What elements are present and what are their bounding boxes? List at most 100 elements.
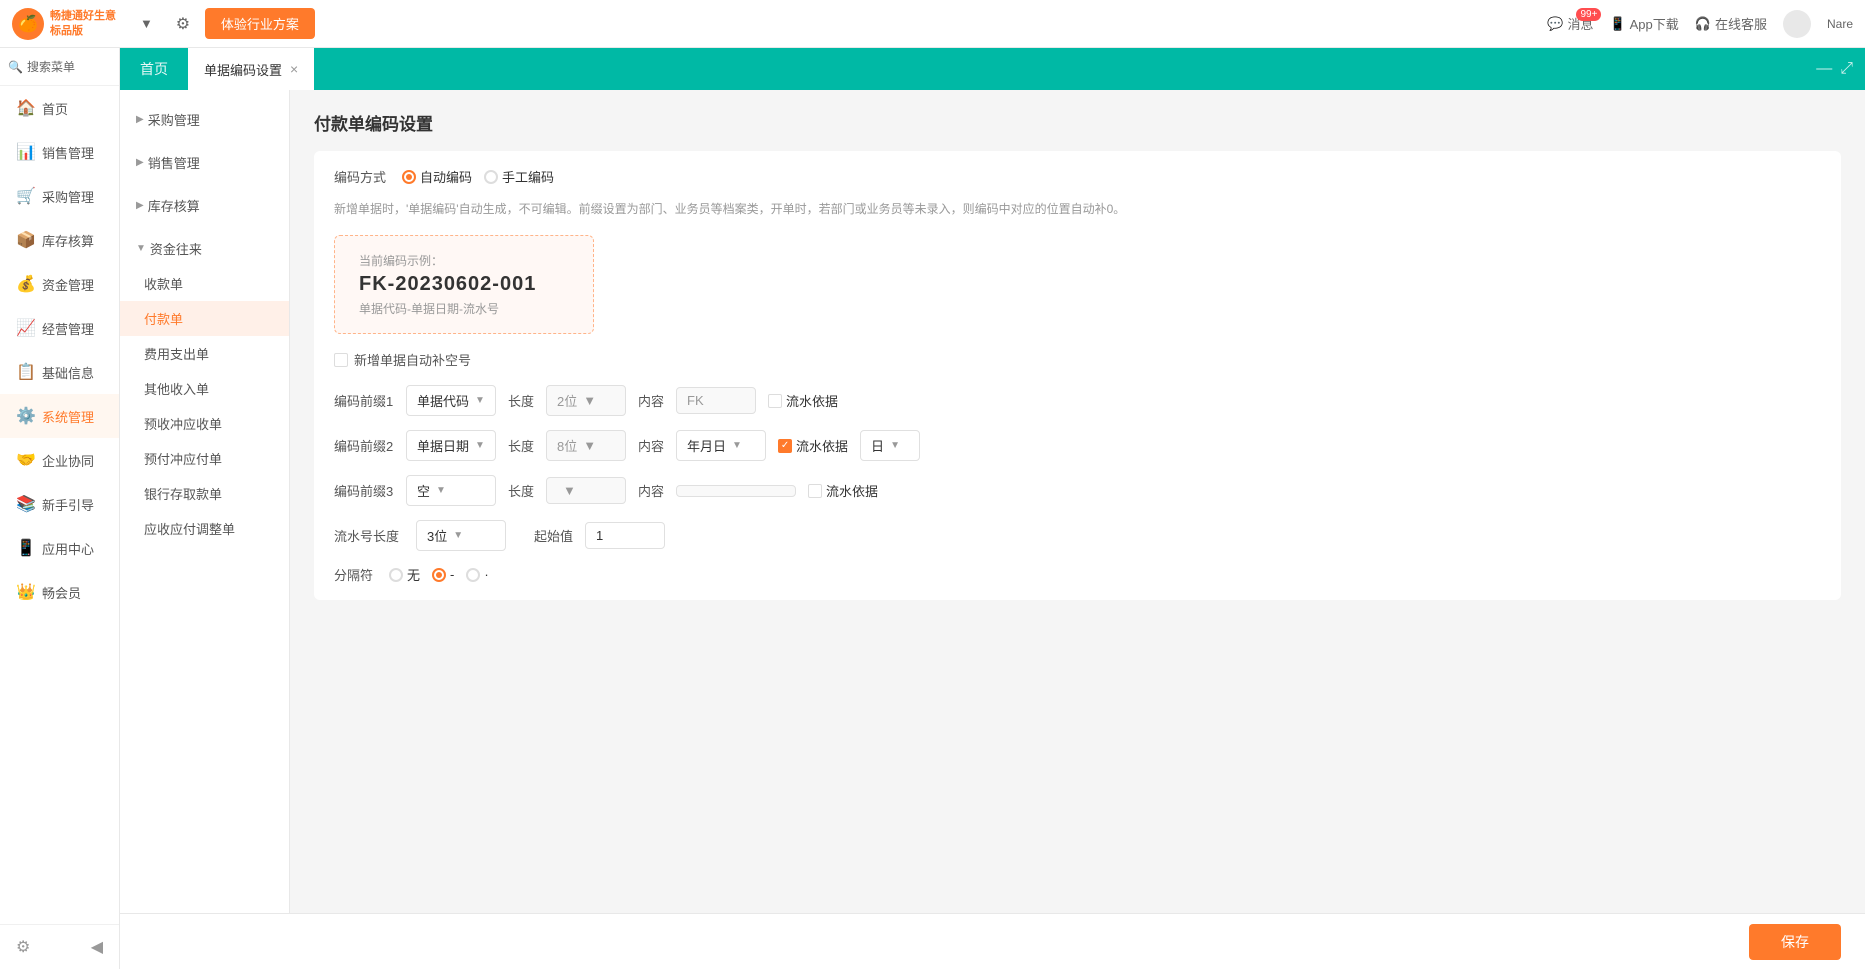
form-row-3: 编码前缀3 空 ▼ 长度 ▼ 内容 xyxy=(334,475,1821,506)
chevron-down-icon: ▼ xyxy=(436,485,446,496)
bottom-bar: 保存 xyxy=(120,913,1865,969)
sep-dot-radio[interactable]: - xyxy=(432,567,454,582)
sidebar-item-system[interactable]: ⚙️ 系统管理 xyxy=(0,394,119,438)
top-header: 🍊 畅捷通好生意 标品版 ▼ ⚙ 体验行业方案 💬 消息 99+ 📱 App下载… xyxy=(0,0,1865,48)
sep-none-radio[interactable]: 无 xyxy=(389,565,420,584)
sidebar-bottom: ⚙ ◀ xyxy=(0,924,119,969)
prefix3-select[interactable]: 空 ▼ xyxy=(406,475,496,506)
arrow-icon: ▶ xyxy=(136,200,144,211)
sidebar-search[interactable]: 🔍 搜索菜单 xyxy=(0,48,119,86)
serial-length-select[interactable]: 3位 ▼ xyxy=(416,520,506,551)
header-middle: ▼ ⚙ 体验行业方案 xyxy=(132,8,1547,39)
sidebar-item-app[interactable]: 📱 应用中心 xyxy=(0,526,119,570)
sub-nav-item-income[interactable]: 其他收入单 xyxy=(120,371,289,406)
trial-button[interactable]: 体验行业方案 xyxy=(205,8,315,39)
chevron-down-icon: ▼ xyxy=(732,440,742,451)
auto-code-radio-circle xyxy=(402,170,416,184)
start-value-input[interactable]: 1 xyxy=(585,522,665,549)
chevron-down-icon: ▼ xyxy=(453,530,463,541)
guide-icon: 📚 xyxy=(16,494,34,514)
separator-label: 分隔符 xyxy=(334,565,373,584)
tab-maximize-icon[interactable]: ⤢ xyxy=(1840,60,1853,78)
sidebar-item-vip[interactable]: 👑 畅会员 xyxy=(0,570,119,614)
messages-button[interactable]: 💬 消息 99+ xyxy=(1547,14,1593,33)
operations-icon: 📈 xyxy=(16,318,34,338)
auto-fill-checkbox[interactable] xyxy=(334,353,348,367)
sub-nav-group-finance: ▼ 资金往来 收款单 付款单 费用支出单 其他收入单 预收冲应收单 预付冲应付单… xyxy=(120,227,289,550)
sub-nav-item-expense[interactable]: 费用支出单 xyxy=(120,336,289,371)
basic-icon: 📋 xyxy=(16,362,34,382)
period-select[interactable]: 日 ▼ xyxy=(860,430,920,461)
sidebar-item-basic[interactable]: 📋 基础信息 xyxy=(0,350,119,394)
app-icon: 📱 xyxy=(16,538,34,558)
prefix2-select[interactable]: 单据日期 ▼ xyxy=(406,430,496,461)
finance-icon: 💰 xyxy=(16,274,34,294)
sep-dot2-circle xyxy=(466,568,480,582)
length-label-2: 长度 xyxy=(508,436,534,455)
arrow-icon: ▶ xyxy=(136,114,144,125)
sidebar-item-home[interactable]: 🏠 首页 xyxy=(0,86,119,130)
tab-active[interactable]: 单据编码设置 × xyxy=(188,48,314,90)
form-label-1: 编码前缀1 xyxy=(334,391,394,410)
separator-options: 无 - · xyxy=(389,565,489,584)
sub-nav-item-adjust[interactable]: 应收应付调整单 xyxy=(120,511,289,546)
sidebar-item-enterprise[interactable]: 🤝 企业协同 xyxy=(0,438,119,482)
sidebar-item-sales[interactable]: 📊 销售管理 xyxy=(0,130,119,174)
sidebar-item-finance[interactable]: 💰 资金管理 xyxy=(0,262,119,306)
system-icon: ⚙️ xyxy=(16,406,34,426)
code-preview-label: 当前编码示例： xyxy=(359,252,569,269)
sub-nav-group-purchase: ▶ 采购管理 xyxy=(120,98,289,141)
purchase-icon: 🛒 xyxy=(16,186,34,206)
header-dropdown[interactable]: ▼ xyxy=(132,12,161,35)
auto-fill-label: 新增单据自动补空号 xyxy=(354,350,471,369)
auto-code-radio[interactable]: 自动编码 xyxy=(402,167,472,186)
search-icon: 🔍 xyxy=(8,60,23,74)
sub-nav-item-prepay-recv[interactable]: 预收冲应收单 xyxy=(120,406,289,441)
tab-close-icon[interactable]: × xyxy=(290,61,298,77)
waterflow3-checkbox[interactable] xyxy=(808,484,822,498)
waterflow2-checkbox[interactable]: ✓ xyxy=(778,439,792,453)
sidebar-item-guide[interactable]: 📚 新手引导 xyxy=(0,482,119,526)
length-label-3: 长度 xyxy=(508,481,534,500)
sub-nav-item-bank[interactable]: 银行存取款单 xyxy=(120,476,289,511)
sub-nav-header-sales[interactable]: ▶ 销售管理 xyxy=(120,145,289,180)
sidebar-collapse-icon[interactable]: ◀ xyxy=(91,937,103,957)
serial-row: 流水号长度 3位 ▼ 起始值 1 xyxy=(334,520,1821,551)
sidebar-item-inventory[interactable]: 📦 库存核算 xyxy=(0,218,119,262)
tab-minimize-icon[interactable]: — xyxy=(1816,60,1832,78)
sub-nav-item-prepay-pay[interactable]: 预付冲应付单 xyxy=(120,441,289,476)
waterflow1-checkbox[interactable] xyxy=(768,394,782,408)
prefix1-select[interactable]: 单据代码 ▼ xyxy=(406,385,496,416)
content3-value xyxy=(676,485,796,497)
length3-select[interactable]: ▼ xyxy=(546,477,626,504)
sidebar-item-purchase[interactable]: 🛒 采购管理 xyxy=(0,174,119,218)
messages-badge: 99+ xyxy=(1576,8,1601,21)
content2-select[interactable]: 年月日 ▼ xyxy=(676,430,766,461)
sales-icon: 📊 xyxy=(16,142,34,162)
inventory-icon: 📦 xyxy=(16,230,34,250)
logo-icon: 🍊 xyxy=(12,8,44,40)
sub-nav-item-payment[interactable]: 付款单 xyxy=(120,301,289,336)
chevron-down-icon: ▼ xyxy=(890,440,900,451)
sidebar-item-operations[interactable]: 📈 经营管理 xyxy=(0,306,119,350)
length2-select[interactable]: 8位 ▼ xyxy=(546,430,626,461)
customer-service-button[interactable]: 🎧 在线客服 xyxy=(1695,14,1767,33)
save-button[interactable]: 保存 xyxy=(1749,924,1841,960)
sub-nav-header-purchase[interactable]: ▶ 采购管理 xyxy=(120,102,289,137)
serial-length-label: 流水号长度 xyxy=(334,526,404,545)
tab-home[interactable]: 首页 xyxy=(120,48,188,90)
app-download-button[interactable]: 📱 App下载 xyxy=(1609,14,1678,33)
page-title: 付款单编码设置 xyxy=(314,110,1841,135)
sub-nav-item-receipt[interactable]: 收款单 xyxy=(120,266,289,301)
sub-nav-header-finance[interactable]: ▼ 资金往来 xyxy=(120,231,289,266)
sidebar-settings-icon[interactable]: ⚙ xyxy=(16,937,30,957)
length1-select[interactable]: 2位 ▼ xyxy=(546,385,626,416)
arrow-down-icon: ▼ xyxy=(136,243,146,254)
header-right: 💬 消息 99+ 📱 App下载 🎧 在线客服 Nare xyxy=(1547,10,1853,38)
vip-icon: 👑 xyxy=(16,582,34,602)
sub-nav-header-inventory[interactable]: ▶ 库存核算 xyxy=(120,188,289,223)
tab-bar: 首页 单据编码设置 × — ⤢ xyxy=(120,48,1865,90)
settings-icon[interactable]: ⚙ xyxy=(169,10,197,38)
manual-code-radio[interactable]: 手工编码 xyxy=(484,167,554,186)
sep-dot2-radio[interactable]: · xyxy=(466,567,488,582)
